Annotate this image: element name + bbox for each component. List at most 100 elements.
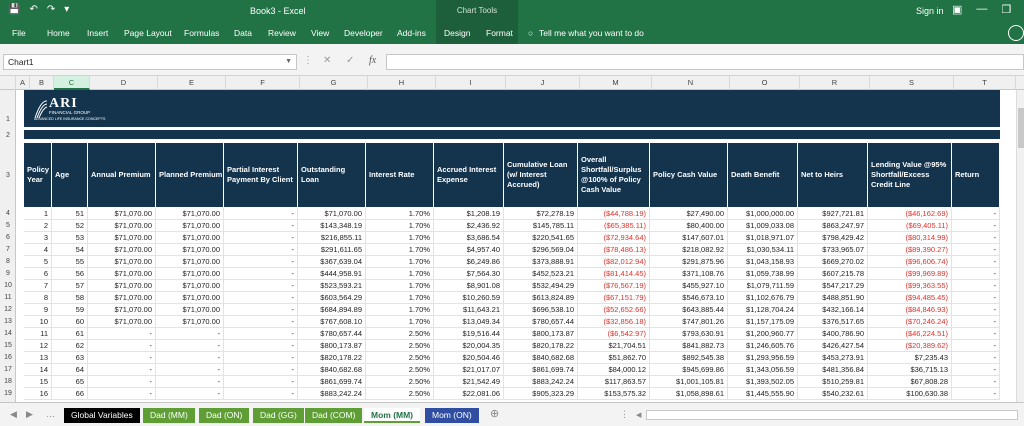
cell-planned-premium[interactable]: $71,070.00 [156, 244, 224, 256]
minimize-icon[interactable]: — [976, 3, 987, 16]
undo-icon[interactable]: ↶ [29, 4, 37, 16]
cell-cumulative-loan[interactable]: $905,323.29 [504, 388, 578, 400]
cell-annual-premium[interactable]: $71,070.00 [88, 316, 156, 328]
cell-return[interactable]: - [952, 244, 1000, 256]
cell-death-benefit[interactable]: $1,200,960.77 [728, 328, 798, 340]
cell-planned-premium[interactable]: $71,070.00 [156, 304, 224, 316]
cell-cumulative-loan[interactable]: $532,494.29 [504, 280, 578, 292]
cell-cumulative-loan[interactable]: $296,569.04 [504, 244, 578, 256]
cell-death-benefit[interactable]: $1,059,738.99 [728, 268, 798, 280]
column-header[interactable]: M [580, 76, 652, 90]
cell-planned-premium[interactable]: - [156, 328, 224, 340]
cell-outstanding-loan[interactable]: $684,894.89 [298, 304, 366, 316]
cell-partial-interest[interactable]: - [224, 256, 298, 268]
tab-design[interactable]: Design [444, 28, 470, 38]
cell-shortfall-surplus[interactable]: ($44,788.19) [578, 208, 650, 220]
tab-format[interactable]: Format [486, 28, 513, 38]
cell-interest-rate[interactable]: 2.50% [366, 388, 434, 400]
cell-annual-premium[interactable]: - [88, 328, 156, 340]
cell-net-to-heirs[interactable]: $927,721.81 [798, 208, 868, 220]
cell-age[interactable]: 51 [52, 208, 88, 220]
cell-shortfall-surplus[interactable]: ($78,486.13) [578, 244, 650, 256]
cell-accrued-interest[interactable]: $21,017.07 [434, 364, 504, 376]
tab-add-ins[interactable]: Add-ins [397, 28, 426, 38]
cell-age[interactable]: 53 [52, 232, 88, 244]
cell-accrued-interest[interactable]: $4,957.40 [434, 244, 504, 256]
cell-policy-year[interactable]: 9 [24, 304, 52, 316]
select-all-corner[interactable] [0, 76, 16, 90]
cell-partial-interest[interactable]: - [224, 340, 298, 352]
cell-age[interactable]: 65 [52, 376, 88, 388]
column-header[interactable]: I [436, 76, 506, 90]
cell-cumulative-loan[interactable]: $820,178.22 [504, 340, 578, 352]
cell-death-benefit[interactable]: $1,030,534.11 [728, 244, 798, 256]
cell-annual-premium[interactable]: $71,070.00 [88, 280, 156, 292]
cell-age[interactable]: 57 [52, 280, 88, 292]
cell-shortfall-surplus[interactable]: ($65,385.11) [578, 220, 650, 232]
cell-net-to-heirs[interactable]: $453,273.91 [798, 352, 868, 364]
cell-age[interactable]: 54 [52, 244, 88, 256]
cell-net-to-heirs[interactable]: $863,247.97 [798, 220, 868, 232]
cell-age[interactable]: 64 [52, 364, 88, 376]
scroll-thumb[interactable] [1018, 108, 1024, 148]
cell-policy-cash-value[interactable]: $147,607.01 [650, 232, 728, 244]
cell-interest-rate[interactable]: 1.70% [366, 280, 434, 292]
cell-outstanding-loan[interactable]: $367,639.04 [298, 256, 366, 268]
cell-lending-value[interactable]: ($99,969.89) [868, 268, 952, 280]
cell-death-benefit[interactable]: $1,445,555.90 [728, 388, 798, 400]
cell-death-benefit[interactable]: $1,343,056.59 [728, 364, 798, 376]
enter-icon[interactable]: ✓ [346, 55, 354, 66]
cell-outstanding-loan[interactable]: $800,173.87 [298, 340, 366, 352]
cell-death-benefit[interactable]: $1,000,000.00 [728, 208, 798, 220]
cell-partial-interest[interactable]: - [224, 232, 298, 244]
name-box[interactable]: Chart1 ▼ [3, 54, 297, 70]
cell-lending-value[interactable]: $100,630.38 [868, 388, 952, 400]
horizontal-scrollbar[interactable] [646, 410, 1018, 420]
column-header[interactable]: F [226, 76, 300, 90]
cell-partial-interest[interactable]: - [224, 352, 298, 364]
cell-outstanding-loan[interactable]: $523,593.21 [298, 280, 366, 292]
cell-return[interactable]: - [952, 220, 1000, 232]
cell-interest-rate[interactable]: 2.50% [366, 340, 434, 352]
cell-policy-cash-value[interactable]: $455,927.10 [650, 280, 728, 292]
cell-cumulative-loan[interactable]: $780,657.44 [504, 316, 578, 328]
tab-home[interactable]: Home [47, 28, 70, 38]
cell-shortfall-surplus[interactable]: $117,863.57 [578, 376, 650, 388]
cell-policy-year[interactable]: 6 [24, 268, 52, 280]
scroll-tabs-left-icon[interactable]: ◀ [10, 409, 17, 420]
cell-lending-value[interactable]: $67,808.28 [868, 376, 952, 388]
row-header[interactable]: 12 [0, 306, 16, 313]
cell-shortfall-surplus[interactable]: $21,704.51 [578, 340, 650, 352]
cell-accrued-interest[interactable]: $3,686.54 [434, 232, 504, 244]
cell-net-to-heirs[interactable]: $547,217.29 [798, 280, 868, 292]
column-header[interactable]: G [300, 76, 368, 90]
column-header[interactable]: T [954, 76, 1016, 90]
cell-lending-value[interactable]: $36,715.13 [868, 364, 952, 376]
cell-policy-cash-value[interactable]: $371,108.76 [650, 268, 728, 280]
cell-planned-premium[interactable]: - [156, 340, 224, 352]
cell-shortfall-surplus[interactable]: ($6,542.97) [578, 328, 650, 340]
cell-partial-interest[interactable]: - [224, 268, 298, 280]
cell-outstanding-loan[interactable]: $444,958.91 [298, 268, 366, 280]
cell-policy-cash-value[interactable]: $892,545.38 [650, 352, 728, 364]
cell-return[interactable]: - [952, 208, 1000, 220]
row-header[interactable]: 1 [0, 116, 16, 123]
cell-partial-interest[interactable]: - [224, 316, 298, 328]
row-header[interactable]: 19 [0, 390, 16, 397]
cell-return[interactable]: - [952, 364, 1000, 376]
cell-lending-value[interactable]: ($46,224.51) [868, 328, 952, 340]
tab-file[interactable]: File [12, 28, 26, 38]
cell-planned-premium[interactable]: - [156, 388, 224, 400]
sheet-tab[interactable]: Dad (MM) [143, 408, 195, 423]
cell-shortfall-surplus[interactable]: ($52,652.66) [578, 304, 650, 316]
cell-death-benefit[interactable]: $1,043,158.93 [728, 256, 798, 268]
cell-lending-value[interactable]: ($46,162.69) [868, 208, 952, 220]
cell-interest-rate[interactable]: 1.70% [366, 256, 434, 268]
row-header[interactable]: 9 [0, 270, 16, 277]
customize-qat-icon[interactable]: ▾ [64, 4, 69, 16]
cell-policy-cash-value[interactable]: $643,885.44 [650, 304, 728, 316]
cell-age[interactable]: 52 [52, 220, 88, 232]
sign-in-link[interactable]: Sign in [916, 6, 944, 16]
cell-age[interactable]: 66 [52, 388, 88, 400]
cell-annual-premium[interactable]: $71,070.00 [88, 304, 156, 316]
